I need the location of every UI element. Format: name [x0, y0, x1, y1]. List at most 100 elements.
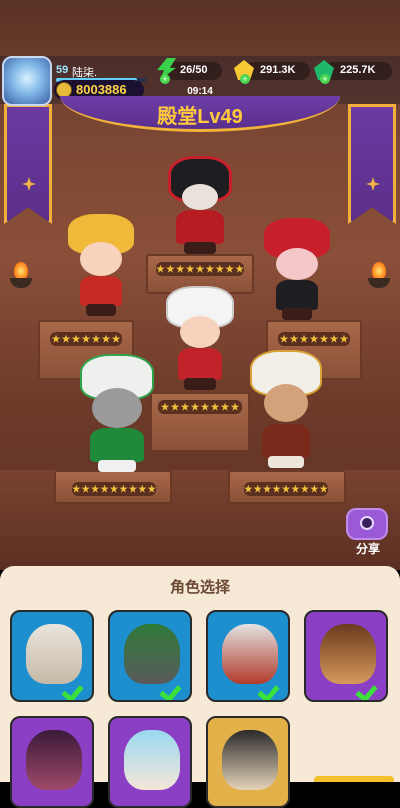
star-icon: [225, 264, 234, 273]
star-icon: [200, 402, 210, 411]
star-icon: [180, 402, 190, 411]
checkmark-icon: [260, 680, 280, 694]
star-icon: [299, 334, 309, 343]
star-icon: [72, 484, 81, 493]
character-card[interactable]: [206, 716, 290, 808]
star-icon: [339, 334, 349, 343]
character-card[interactable]: [304, 610, 388, 702]
hero-red-lion[interactable]: [262, 218, 332, 322]
star-icon: [230, 402, 240, 411]
star-icon: [81, 484, 90, 493]
character-card[interactable]: [108, 610, 192, 702]
character-card[interactable]: [206, 610, 290, 702]
player-avatar[interactable]: [2, 56, 52, 106]
star-icon: [281, 484, 291, 493]
star-icon: [81, 334, 91, 343]
star-icon: [195, 264, 205, 273]
add-emerald-icon[interactable]: +: [320, 74, 330, 84]
star-icon: [329, 334, 339, 343]
star-ornament-icon: [366, 177, 380, 191]
character-portrait: [320, 624, 376, 684]
hero-white-lion[interactable]: [160, 286, 240, 392]
share-button[interactable]: [346, 508, 388, 540]
star-icon: [166, 264, 175, 273]
checkmark-icon: [64, 680, 84, 694]
star-icon: [244, 484, 253, 493]
star-icon: [71, 334, 81, 343]
star-icon: [319, 484, 328, 493]
star-icon: [100, 484, 109, 493]
star-icon: [220, 402, 230, 411]
star-icon: [263, 484, 272, 493]
star-rating: [244, 482, 328, 496]
star-icon: [91, 334, 101, 343]
stamina-value: 26/50: [180, 64, 208, 76]
star-icon: [185, 264, 195, 273]
torch-right: [366, 262, 392, 292]
star-icon: [291, 484, 300, 493]
character-portrait: [124, 730, 180, 790]
star-icon: [210, 402, 220, 411]
torch-left: [8, 262, 34, 292]
star-icon: [147, 484, 156, 493]
star-icon: [205, 264, 215, 273]
star-icon: [235, 264, 244, 273]
hero-brown-lion[interactable]: [246, 350, 326, 472]
gold-counter[interactable]: 291.3K: [244, 62, 310, 80]
character-card[interactable]: [10, 610, 94, 702]
star-icon: [279, 334, 289, 343]
star-icon: [51, 334, 61, 343]
star-icon: [91, 484, 100, 493]
star-icon: [319, 334, 329, 343]
star-icon: [300, 484, 309, 493]
star-icon: [190, 402, 200, 411]
star-icon: [175, 264, 185, 273]
star-ornament-icon: [22, 177, 36, 191]
star-icon: [272, 484, 281, 493]
star-icon: [309, 334, 319, 343]
character-portrait: [222, 624, 278, 684]
star-icon: [160, 402, 170, 411]
star-icon: [156, 264, 165, 273]
share-label: 分享: [355, 542, 380, 556]
hall-title: 殿堂Lv49: [157, 106, 243, 128]
hero-cat-lion[interactable]: [74, 354, 160, 474]
star-icon: [61, 334, 71, 343]
star-icon: [253, 484, 262, 493]
camera-icon: [360, 516, 374, 530]
character-portrait: [222, 730, 278, 790]
add-stamina-icon[interactable]: +: [160, 74, 170, 84]
star-rating: [156, 262, 244, 276]
star-icon: [138, 484, 147, 493]
hero-gold-lion[interactable]: [66, 214, 136, 318]
star-icon: [128, 484, 137, 493]
stamina-counter[interactable]: 26/50: [166, 62, 222, 80]
character-card[interactable]: [10, 716, 94, 808]
panel-title: 角色选择: [169, 579, 230, 596]
star-icon: [310, 484, 319, 493]
gold-value: 291.3K: [260, 64, 296, 76]
hero-black-lion[interactable]: [160, 156, 240, 256]
player-level: 59: [56, 64, 69, 76]
checkmark-icon: [358, 680, 378, 694]
emerald-counter[interactable]: 225.7K: [324, 62, 392, 80]
emerald-value: 225.7K: [340, 64, 376, 76]
add-gold-icon[interactable]: +: [240, 74, 250, 84]
confirm-button[interactable]: [314, 776, 394, 782]
star-icon: [289, 334, 299, 343]
checkmark-icon: [162, 680, 182, 694]
star-icon: [109, 484, 119, 493]
star-icon: [170, 402, 180, 411]
star-rating: [278, 332, 350, 346]
star-rating: [158, 400, 242, 414]
character-portrait: [124, 624, 180, 684]
star-icon: [119, 484, 128, 493]
star-rating: [50, 332, 122, 346]
character-portrait: [26, 624, 82, 684]
star-rating: [72, 482, 156, 496]
character-card[interactable]: [108, 716, 192, 808]
character-portrait: [26, 730, 82, 790]
star-icon: [111, 334, 121, 343]
star-icon: [215, 264, 225, 273]
star-icon: [101, 334, 111, 343]
